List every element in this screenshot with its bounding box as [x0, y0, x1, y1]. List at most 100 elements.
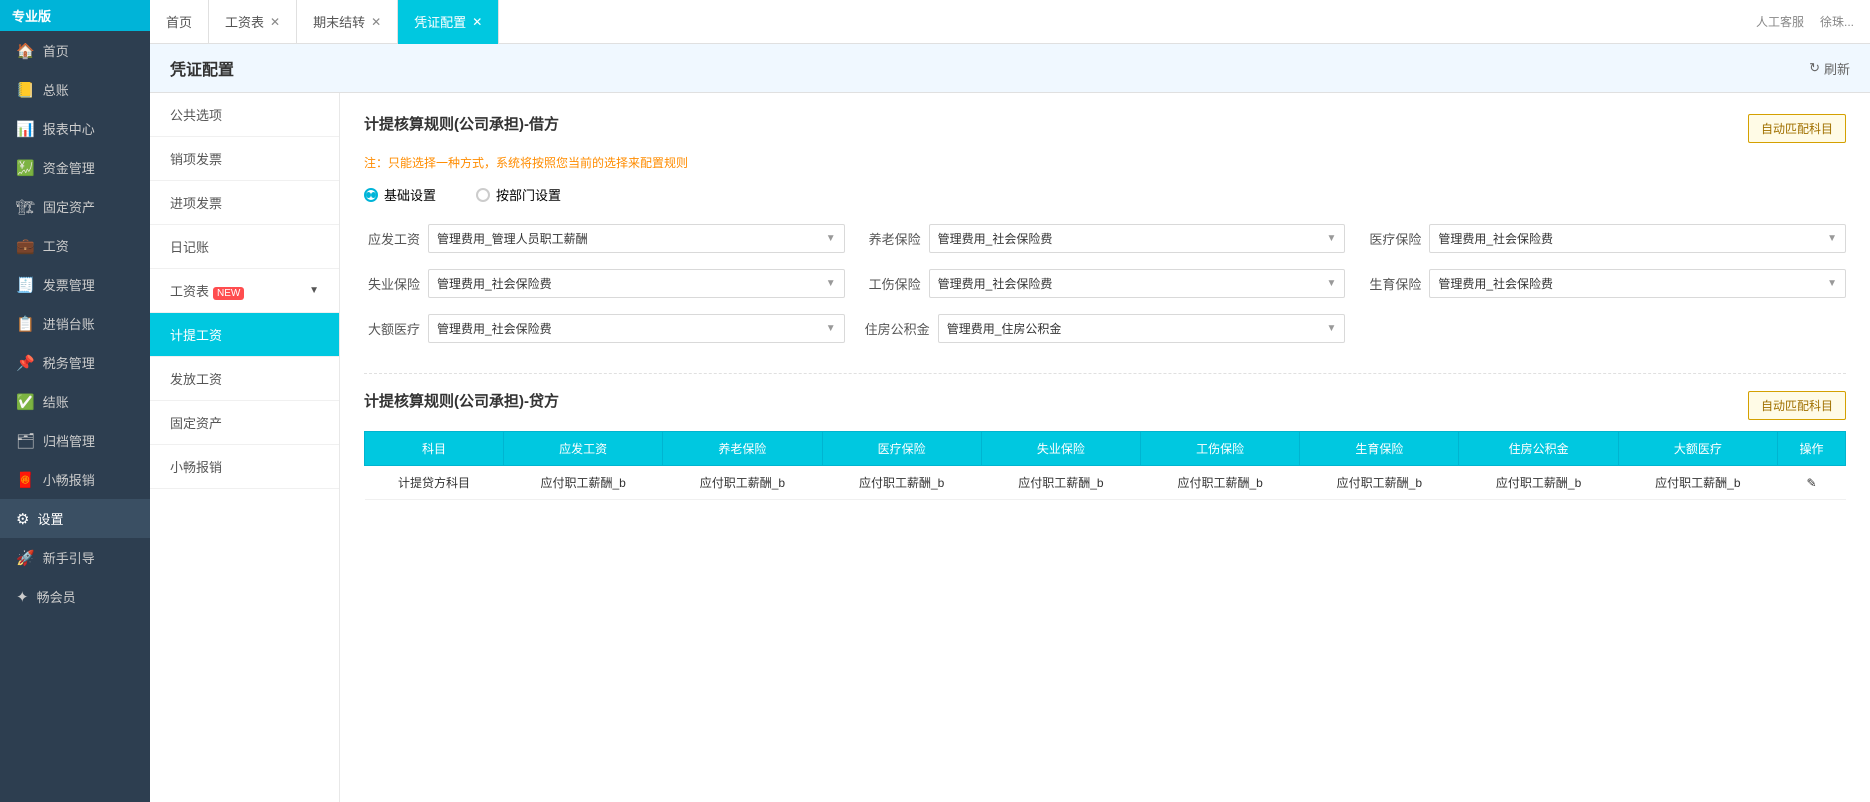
- injury-value: 管理费用_社会保险费: [938, 275, 1053, 292]
- debit-radio-group: 基础设置 按部门设置: [364, 185, 1846, 204]
- sidebar-item-closing[interactable]: ✅结账: [0, 382, 150, 421]
- sidebar-item-report-center[interactable]: 📊报表中心: [0, 109, 150, 148]
- sidebar-item-invoice-mgmt[interactable]: 🧾 发票管理: [0, 265, 150, 304]
- new-guide-icon: 🚀: [16, 549, 35, 567]
- salary-icon: 💼: [16, 237, 35, 255]
- injury-label: 工伤保险: [865, 274, 921, 293]
- user-org: 人工客服: [1756, 13, 1804, 30]
- refresh-button[interactable]: ↻ 刷新: [1809, 59, 1850, 78]
- sidebar-label-settings: 设置: [37, 509, 63, 528]
- report-center-icon: 📊: [16, 120, 35, 138]
- birth-select[interactable]: 管理费用_社会保险费 ▼: [1429, 269, 1846, 298]
- tab-voucher-config[interactable]: 凭证配置✕: [398, 0, 499, 44]
- sidebar-item-home[interactable]: 🏠首页: [0, 31, 150, 70]
- page-header: 凭证配置 ↻ 刷新: [150, 44, 1870, 93]
- left-nav-calc-salary[interactable]: 计提工资: [150, 313, 339, 357]
- sidebar-item-capital-mgmt[interactable]: 💹资金管理: [0, 148, 150, 187]
- left-nav-salary-table[interactable]: 工资表NEW▼: [150, 269, 339, 313]
- radio-dept-label: 按部门设置: [496, 185, 561, 204]
- sidebar-item-settings[interactable]: ⚙ 设置: [0, 499, 150, 538]
- sidebar-item-salary[interactable]: 💼 工资: [0, 226, 150, 265]
- sidebar-item-new-guide[interactable]: 🚀 新手引导: [0, 538, 150, 577]
- injury-select[interactable]: 管理费用_社会保险费 ▼: [929, 269, 1346, 298]
- sidebar-label-salary: 工资: [43, 236, 69, 255]
- sidebar-item-sales-ledger[interactable]: 📋进销台账: [0, 304, 150, 343]
- left-nav-xiaochang-expense[interactable]: 小畅报销: [150, 445, 339, 489]
- sidebar-item-vip[interactable]: ✦畅会员: [0, 577, 150, 616]
- sidebar-item-tax-mgmt[interactable]: 📌税务管理: [0, 343, 150, 382]
- left-nav-pay-salary[interactable]: 发放工资: [150, 357, 339, 401]
- tab-close-period-closing[interactable]: ✕: [371, 15, 381, 29]
- tab-salary-table[interactable]: 工资表 ✕: [209, 0, 297, 44]
- refresh-icon: ↻: [1809, 60, 1820, 76]
- left-nav-label-purchase-invoice: 进项发票: [170, 193, 222, 212]
- unemployment-select[interactable]: 管理费用_社会保险费 ▼: [428, 269, 845, 298]
- radio-basic[interactable]: 基础设置: [364, 185, 436, 204]
- debit-auto-match-button[interactable]: 自动匹配科目: [1748, 114, 1846, 143]
- xiaochang-expense-icon: 🧧: [16, 471, 35, 489]
- housing-arrow-icon: ▼: [1326, 323, 1336, 334]
- pension-value: 管理费用_社会保险费: [938, 230, 1053, 247]
- left-nav-label-salary-table: 工资表NEW: [170, 281, 244, 300]
- credit-col-应发工资: 应发工资: [504, 432, 663, 466]
- sidebar-item-archive-mgmt[interactable]: 🗂归档管理: [0, 421, 150, 460]
- tab-close-salary-table[interactable]: ✕: [270, 15, 280, 29]
- left-nav-journal[interactable]: 日记账: [150, 225, 339, 269]
- injury-arrow-icon: ▼: [1326, 278, 1336, 289]
- sidebar-label-vip: 畅会员: [37, 587, 76, 606]
- section-divider: [364, 373, 1846, 374]
- tab-home[interactable]: 首页: [150, 0, 209, 44]
- credit-auto-match-button[interactable]: 自动匹配科目: [1748, 391, 1846, 420]
- field-medical: 医疗保险 管理费用_社会保险费 ▼: [1365, 224, 1846, 253]
- credit-col-生育保险: 生育保险: [1300, 432, 1459, 466]
- value-cell-1: 应付职工薪酬_b: [663, 466, 822, 500]
- sidebar: 专业版 🏠首页📒总账📊报表中心💹资金管理🏗固定资产 💼 工资 🧾 发票管理 📋进销台账📌税…: [0, 0, 150, 802]
- large-medical-select[interactable]: 管理费用_社会保险费 ▼: [428, 314, 845, 343]
- salary-value: 管理费用_管理人员职工薪酬: [437, 230, 588, 247]
- tab-close-voucher-config[interactable]: ✕: [472, 15, 482, 29]
- salary-arrow-icon: ▼: [826, 233, 836, 244]
- fixed-assets-icon: 🏗: [16, 198, 35, 216]
- housing-select[interactable]: 管理费用_住房公积金 ▼: [938, 314, 1346, 343]
- value-cell-3: 应付职工薪酬_b: [981, 466, 1140, 500]
- medical-select[interactable]: 管理费用_社会保险费 ▼: [1429, 224, 1846, 253]
- radio-dept[interactable]: 按部门设置: [476, 185, 561, 204]
- sidebar-label-new-guide: 新手引导: [43, 548, 95, 567]
- sidebar-item-general-ledger[interactable]: 📒总账: [0, 70, 150, 109]
- pension-select[interactable]: 管理费用_社会保险费 ▼: [929, 224, 1346, 253]
- value-cell-4: 应付职工薪酬_b: [1141, 466, 1300, 500]
- left-nav-purchase-invoice[interactable]: 进项发票: [150, 181, 339, 225]
- debit-section-note: 注：只能选择一种方式，系统将按照您当前的选择来配置规则: [364, 154, 1846, 171]
- credit-col-医疗保险: 医疗保险: [822, 432, 981, 466]
- left-nav-sales-invoice[interactable]: 销项发票: [150, 137, 339, 181]
- new-badge-salary-table: NEW: [213, 287, 244, 300]
- main-content: 首页工资表✕期末结转✕凭证配置✕ 人工客服 徐珠... 凭证配置 ↻ 刷新 公共…: [150, 0, 1870, 802]
- unemployment-arrow-icon: ▼: [826, 278, 836, 289]
- left-nav-public-options[interactable]: 公共选项: [150, 93, 339, 137]
- credit-table: 科目应发工资养老保险医疗保险失业保险工伤保险生育保险住房公积金大额医疗操作 计提…: [364, 431, 1846, 500]
- credit-col-养老保险: 养老保险: [663, 432, 822, 466]
- value-cell-0: 应付职工薪酬_b: [504, 466, 663, 500]
- sidebar-item-fixed-assets[interactable]: 🏗固定资产: [0, 187, 150, 226]
- settings-icon: ⚙: [16, 510, 29, 528]
- action-cell[interactable]: ✎: [1777, 466, 1845, 500]
- left-nav-fixed-assets[interactable]: 固定资产: [150, 401, 339, 445]
- value-cell-5: 应付职工薪酬_b: [1300, 466, 1459, 500]
- credit-section: 计提核算规则(公司承担)-贷方 自动匹配科目 科目应发工资养老保险医疗保险失业保…: [364, 390, 1846, 500]
- invoice-mgmt-icon: 🧾: [16, 276, 35, 294]
- salary-select[interactable]: 管理费用_管理人员职工薪酬 ▼: [428, 224, 845, 253]
- credit-col-操作: 操作: [1777, 432, 1845, 466]
- debit-section-header: 计提核算规则(公司承担)-借方 自动匹配科目: [364, 113, 1846, 144]
- debit-form-row-2: 失业保险 管理费用_社会保险费 ▼ 工伤保险 管理费用_社会保险费 ▼: [364, 269, 1846, 298]
- left-nav-label-public-options: 公共选项: [170, 105, 222, 124]
- closing-icon: ✅: [16, 393, 35, 411]
- sidebar-item-xiaochang-expense[interactable]: 🧧小畅报销: [0, 460, 150, 499]
- credit-section-title: 计提核算规则(公司承担)-贷方: [364, 390, 559, 411]
- sidebar-header: 专业版: [0, 0, 150, 31]
- field-birth: 生育保险 管理费用_社会保险费 ▼: [1365, 269, 1846, 298]
- tab-label-salary-table: 工资表: [225, 12, 264, 31]
- sidebar-label-invoice-mgmt: 发票管理: [43, 275, 95, 294]
- tab-period-closing[interactable]: 期末结转✕: [297, 0, 398, 44]
- left-nav-label-calc-salary: 计提工资: [170, 325, 222, 344]
- debit-form-row-1: 应发工资 管理费用_管理人员职工薪酬 ▼ 养老保险 管理费用_社会保险费 ▼: [364, 224, 1846, 253]
